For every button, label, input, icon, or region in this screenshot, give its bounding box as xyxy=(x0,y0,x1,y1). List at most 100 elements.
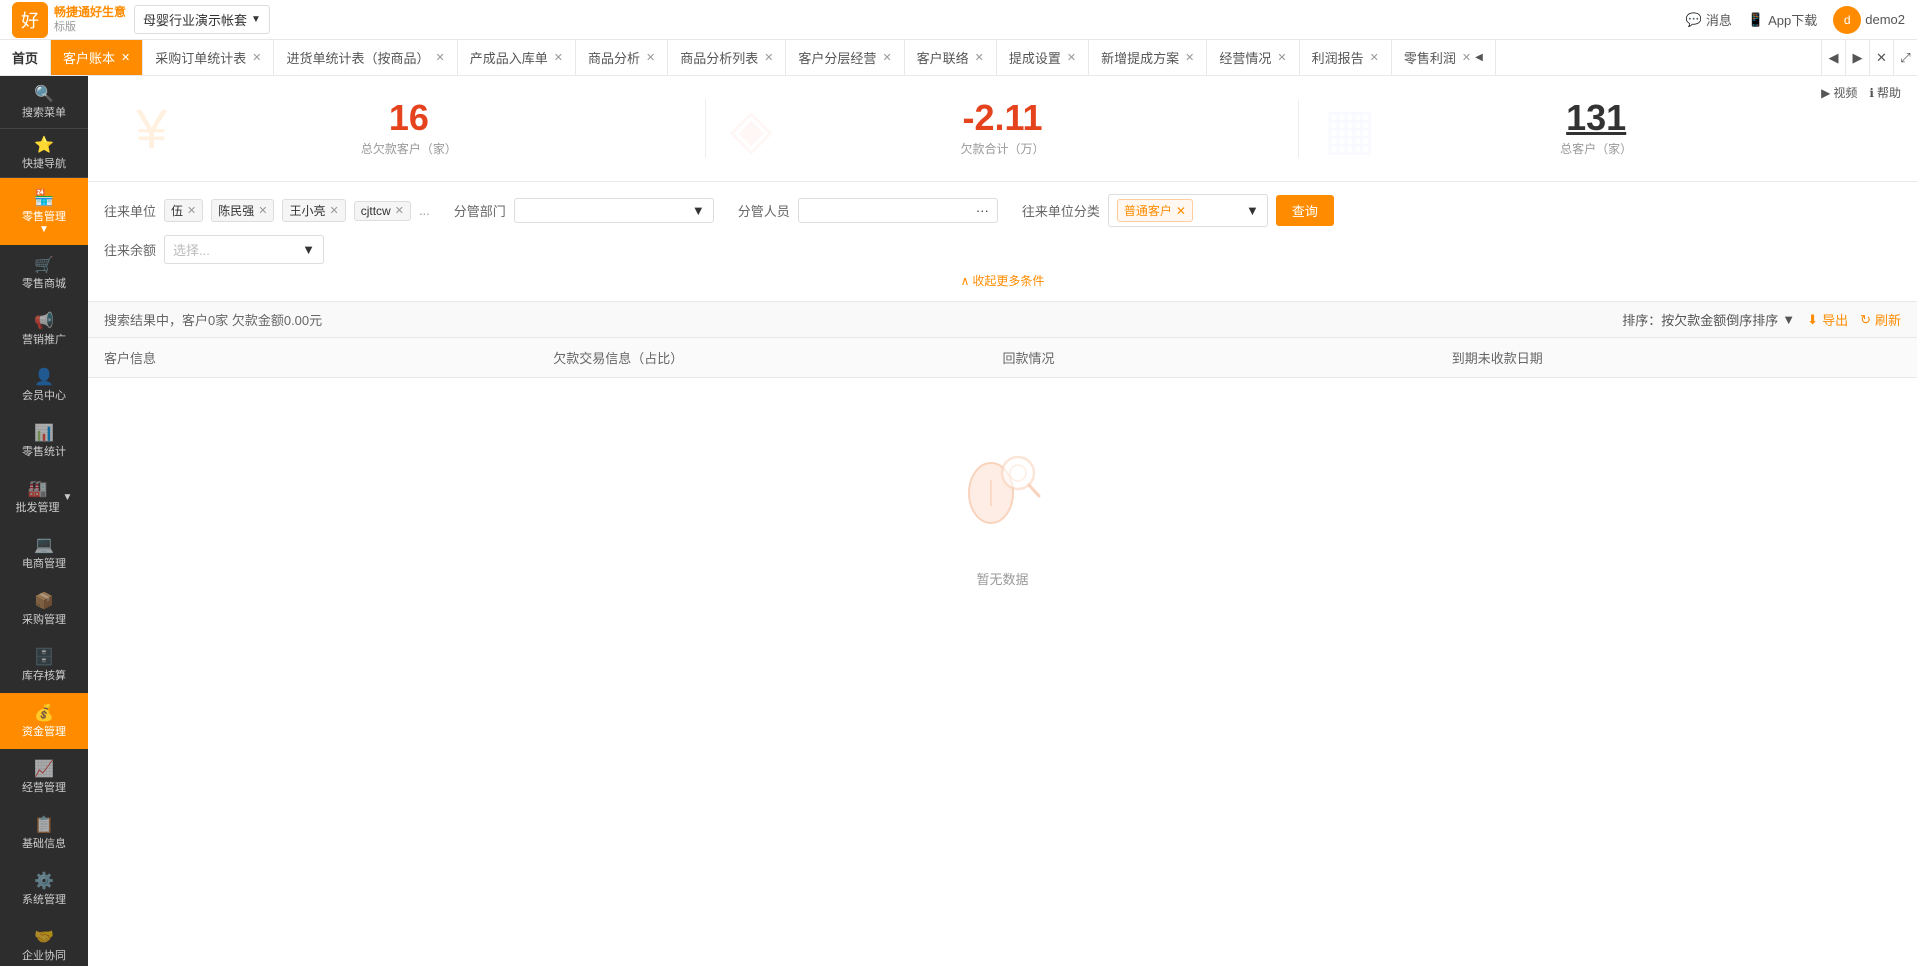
system-icon: ⚙️ xyxy=(4,871,84,891)
tab-goods-analysis-list[interactable]: 商品分析列表 ✕ xyxy=(668,40,786,76)
content-area: ▶ 视频 ℹ 帮助 ¥ 16 总欠款客户（家） ◈ xyxy=(88,76,1917,966)
tab-home[interactable]: 首页 xyxy=(0,40,51,76)
tab-customer-ledger[interactable]: 客户账本 ✕ xyxy=(51,40,143,76)
sort-select[interactable]: 排序：按欠款金额倒序排序 ▼ xyxy=(1622,310,1795,329)
tab-operations[interactable]: 经营情况 ✕ xyxy=(1207,40,1299,76)
tab-customer-tiering[interactable]: 客户分层经营 ✕ xyxy=(786,40,904,76)
tab-retail-profit[interactable]: 零售利润 ✕ ◀ xyxy=(1392,40,1496,76)
tab-close-icon[interactable]: ✕ xyxy=(975,51,984,64)
col-debt-info: 欠款交易信息（占比） xyxy=(553,348,1002,367)
tab-add-commission[interactable]: 新增提成方案 ✕ xyxy=(1089,40,1207,76)
col-customer-info: 客户信息 xyxy=(104,348,553,367)
sidebar-item-purchase[interactable]: 📦 采购管理 xyxy=(0,581,88,637)
sidebar-item-enterprise[interactable]: 🤝 企业协同 xyxy=(0,917,88,966)
tab-close-icon[interactable]: ✕ xyxy=(646,51,655,64)
export-button[interactable]: ⬇ 导出 xyxy=(1807,310,1848,329)
logo-area: 好 畅捷通好生意 标版 xyxy=(12,2,126,38)
basic-icon: 📋 xyxy=(4,815,84,835)
filter-tag-close-chen[interactable]: ✕ xyxy=(258,204,267,217)
chevron-icon: ▼ xyxy=(63,492,73,503)
filter-tag-close-wu[interactable]: ✕ xyxy=(187,204,196,217)
tab-close-icon[interactable]: ✕ xyxy=(252,51,261,64)
chevron-down-icon: ▼ xyxy=(692,203,705,218)
filter-tag-close-cj[interactable]: ✕ xyxy=(395,204,404,217)
empty-icon xyxy=(953,438,1053,557)
top-bar: 好 畅捷通好生意 标版 母婴行业演示帐套 ▼ 💬 消息 📱 App下载 d de… xyxy=(0,0,1917,40)
stat-label-debtors: 总欠款客户（家） xyxy=(361,140,457,157)
chevron-down-icon: ▼ xyxy=(1782,312,1795,327)
sidebar-item-wholesale[interactable]: 🏭 批发管理 ▼ xyxy=(0,469,88,525)
sidebar-item-basic-info[interactable]: 📋 基础信息 xyxy=(0,805,88,861)
tab-close-icon[interactable]: ✕ xyxy=(764,51,773,64)
collapse-button[interactable]: ∧ 收起更多条件 xyxy=(961,272,1045,289)
tab-profit-report[interactable]: 利润报告 ✕ xyxy=(1300,40,1392,76)
chevron-up-icon: ∧ xyxy=(961,274,970,288)
stats-icon: 📊 xyxy=(4,423,84,443)
query-button[interactable]: 查询 xyxy=(1276,195,1334,226)
tab-close-icon[interactable]: ✕ xyxy=(554,51,563,64)
tab-close-icon[interactable]: ✕ xyxy=(436,51,445,64)
sidebar-item-search[interactable]: 🔍 搜索菜单 xyxy=(0,76,88,129)
filter-area: 往来单位 伍 ✕ 陈民强 ✕ 王小亮 ✕ cjttcw ✕ ... xyxy=(88,182,1917,302)
tab-close-icon[interactable]: ✕ xyxy=(1462,51,1471,64)
search-icon: 🔍 xyxy=(8,84,80,104)
filter-remainder-select[interactable]: 选择... ▼ xyxy=(164,235,324,264)
message-button[interactable]: 💬 消息 xyxy=(1686,10,1732,29)
sidebar-item-member[interactable]: 👤 会员中心 xyxy=(0,357,88,413)
result-bar: 搜索结果中，客户0家 欠款金额0.00元 排序：按欠款金额倒序排序 ▼ ⬇ 导出… xyxy=(88,302,1917,338)
user-menu[interactable]: d demo2 xyxy=(1833,6,1905,34)
sidebar-item-operations[interactable]: 📈 经营管理 xyxy=(0,749,88,805)
tab-goods-analysis[interactable]: 商品分析 ✕ xyxy=(576,40,668,76)
nav-next-button[interactable]: ▶ xyxy=(1845,40,1869,76)
tab-purchase-stats-by-goods[interactable]: 进货单统计表（按商品） ✕ xyxy=(274,40,457,76)
sidebar-item-inventory[interactable]: 🗄️ 库存核算 xyxy=(0,637,88,693)
filter-tag-unit-chen: 陈民强 ✕ xyxy=(211,199,274,222)
tab-close-icon[interactable]: ✕ xyxy=(1277,51,1286,64)
tab-purchase-order-stats[interactable]: 采购订单统计表 ✕ xyxy=(143,40,274,76)
filter-dept-select[interactable]: ▼ xyxy=(514,198,714,223)
filter-row-2: 往来余额 选择... ▼ xyxy=(104,235,1901,264)
sidebar-item-retail-mall[interactable]: 🛒 零售商城 xyxy=(0,245,88,301)
sidebar-item-quick-nav[interactable]: ⭐ 快捷导航 xyxy=(0,129,88,178)
table-header: 客户信息 欠款交易信息（占比） 回款情况 到期未收款日期 xyxy=(88,338,1917,378)
operations-icon: 📈 xyxy=(4,759,84,779)
filter-unit-label: 往来单位 xyxy=(104,201,156,220)
filter-tag-unit-wu: 伍 ✕ xyxy=(164,199,203,222)
tab-close-icon[interactable]: ✕ xyxy=(882,51,891,64)
chevron-down-icon: ▼ xyxy=(4,224,84,235)
tab-close-icon[interactable]: ✕ xyxy=(121,51,130,64)
filter-tag-close-unit-class[interactable]: ✕ xyxy=(1176,204,1186,218)
tab-customer-contact[interactable]: 客户联络 ✕ xyxy=(905,40,997,76)
tab-finished-goods[interactable]: 产成品入库单 ✕ xyxy=(458,40,576,76)
result-summary: 搜索结果中，客户0家 欠款金额0.00元 xyxy=(104,310,322,329)
sidebar-item-system[interactable]: ⚙️ 系统管理 xyxy=(0,861,88,917)
sidebar-item-ecommerce[interactable]: 💻 电商管理 xyxy=(0,525,88,581)
sidebar-item-retail-stats[interactable]: 📊 零售统计 xyxy=(0,413,88,469)
sidebar-item-marketing[interactable]: 📢 营销推广 xyxy=(0,301,88,357)
app-download-button[interactable]: 📱 App下载 xyxy=(1748,10,1817,29)
filter-person-select[interactable]: ··· xyxy=(798,198,998,223)
sidebar: 🔍 搜索菜单 ⭐ 快捷导航 🏪 零售管理 ▼ 🛒 零售商城 📢 营销推广 👤 会… xyxy=(0,76,88,966)
sidebar-item-finance[interactable]: 💰 资金管理 xyxy=(0,693,88,749)
store-selector[interactable]: 母婴行业演示帐套 ▼ xyxy=(134,5,270,34)
sidebar-item-retail-mgmt[interactable]: 🏪 零售管理 ▼ xyxy=(0,178,88,245)
filter-tag-unit-cj: cjttcw ✕ xyxy=(354,201,411,221)
nav-prev-button[interactable]: ◀ xyxy=(1821,40,1845,76)
stat-value-debtors: 16 xyxy=(389,100,429,136)
avatar: d xyxy=(1833,6,1861,34)
tab-close-icon[interactable]: ✕ xyxy=(1185,51,1194,64)
tab-close-icon[interactable]: ✕ xyxy=(1370,51,1379,64)
nav-close-all-button[interactable]: ✕ xyxy=(1869,40,1893,76)
nav-expand-button[interactable]: ⤢ xyxy=(1893,40,1917,76)
logo-icon: 好 xyxy=(12,2,48,38)
wholesale-icon: 🏭 xyxy=(28,479,48,499)
tab-commission-settings[interactable]: 提成设置 ✕ xyxy=(997,40,1089,76)
filter-unit-class-select[interactable]: 普通客户 ✕ ▼ xyxy=(1108,194,1268,227)
finance-icon: 💰 xyxy=(4,703,84,723)
filter-tag-close-wang[interactable]: ✕ xyxy=(330,204,339,217)
filter-more-units[interactable]: ... xyxy=(419,203,430,218)
refresh-button[interactable]: ↻ 刷新 xyxy=(1860,310,1901,329)
tab-close-icon[interactable]: ✕ xyxy=(1067,51,1076,64)
stat-label-debt: 欠款合计（万） xyxy=(961,140,1045,157)
export-icon: ⬇ xyxy=(1807,312,1818,328)
